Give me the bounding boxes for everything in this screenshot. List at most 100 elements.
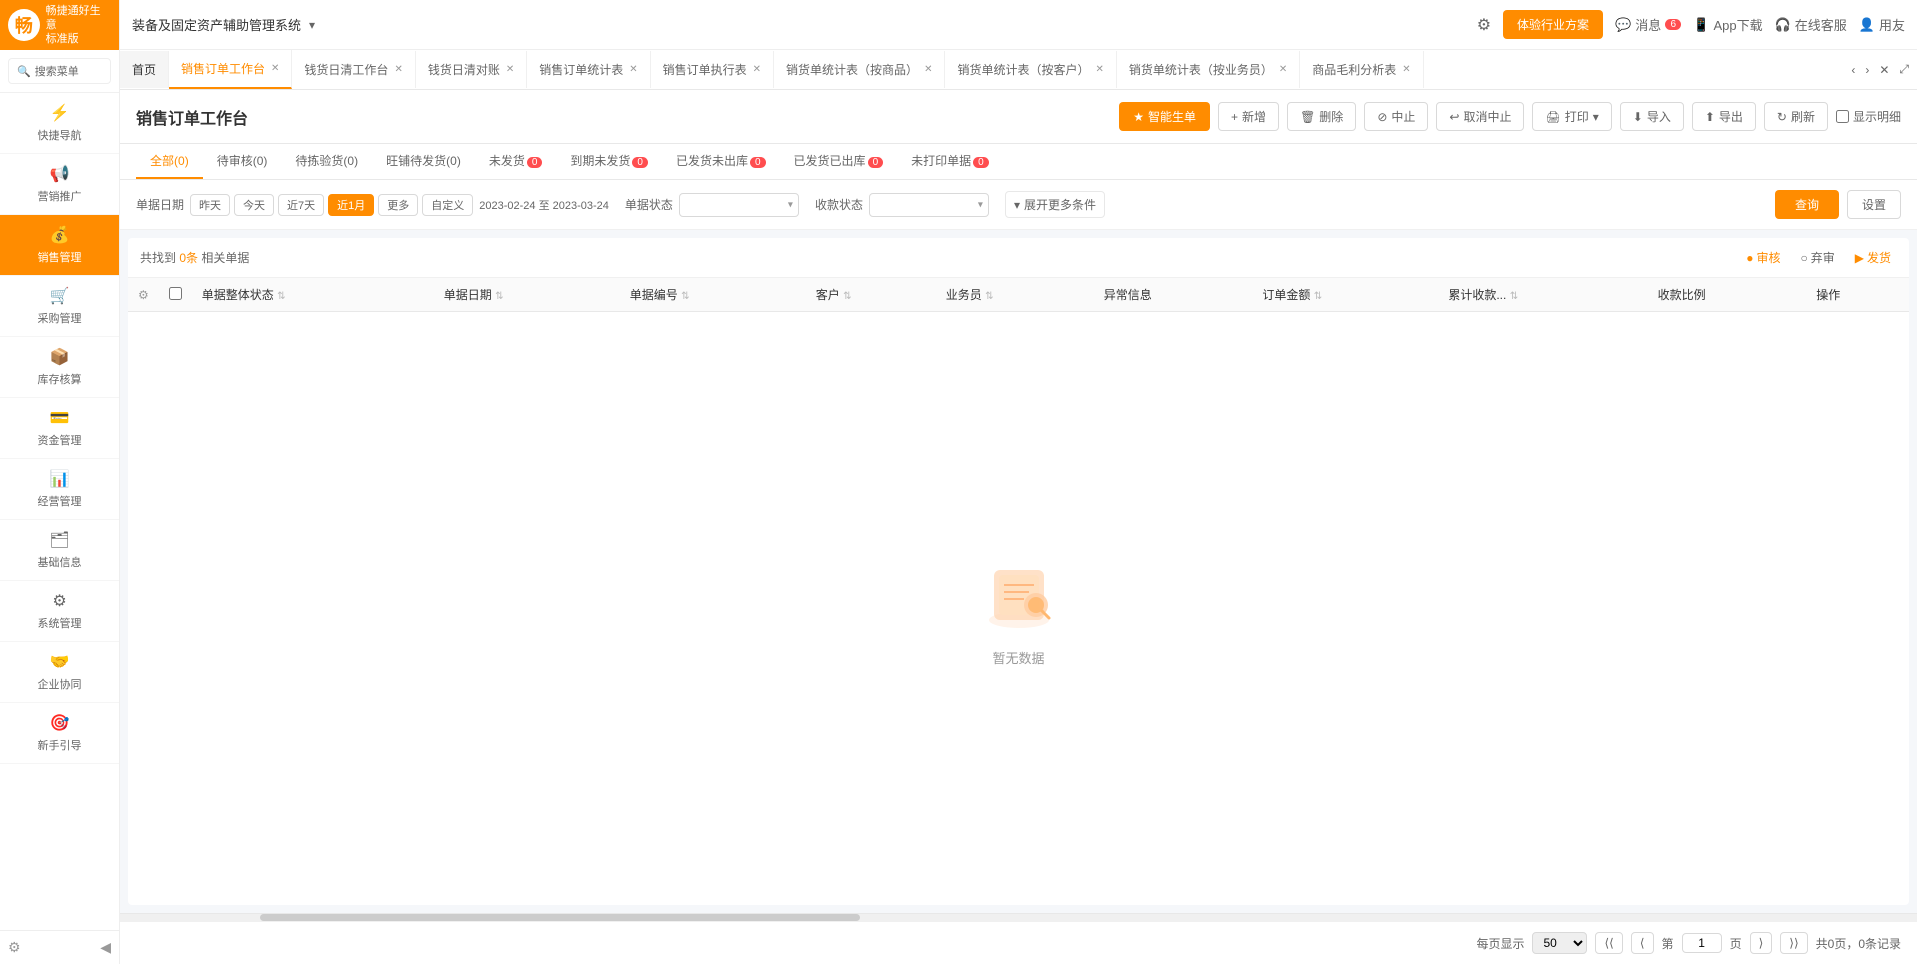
tab-home[interactable]: 首页 [120,51,169,88]
sub-tab-expired[interactable]: 到期未发货0 [556,144,662,179]
tab-cash-reconcile[interactable]: 钱货日清对账 ✕ [416,51,527,88]
expand-more-button[interactable]: ▾ 展开更多条件 [1005,191,1105,218]
sidebar-item-system[interactable]: ⚙ 系统管理 [0,581,119,642]
collapse-button[interactable]: ◀ [100,939,111,956]
tab-cash-daily[interactable]: 钱货日清工作台 ✕ [292,51,415,88]
cancel-stop-button[interactable]: ↩ 取消中止 [1436,102,1524,131]
message-button[interactable]: 💬 消息 6 [1615,15,1681,34]
sidebar-logo: 畅 畅捷通好生意 标准版 [0,0,119,50]
filter-date-yesterday[interactable]: 昨天 [190,194,230,216]
delete-button[interactable]: 🗑 删除 [1287,102,1356,131]
page-first-button[interactable]: ⟨⟨ [1595,932,1622,954]
filter-status-select[interactable] [679,193,799,217]
sidebar-item-quick-nav[interactable]: ⚡ 快捷导航 [0,93,119,154]
per-page-select[interactable]: 50 10 20 100 [1532,932,1587,954]
print-button[interactable]: 🖨 打印 ▾ [1532,102,1611,131]
industry-solution-button[interactable]: 体验行业方案 [1503,10,1603,39]
sidebar-item-sales[interactable]: 💰 销售管理 [0,215,119,276]
sub-tab-shipped-out[interactable]: 已发货已出库0 [780,144,898,179]
sort-status-icon[interactable]: ⇅ [277,291,285,302]
sort-number-icon[interactable]: ⇅ [681,291,689,302]
filter-date-1month[interactable]: 近1月 [328,194,374,216]
filter-date-custom[interactable]: 自定义 [422,194,473,216]
sort-collected-icon[interactable]: ⇅ [1510,291,1518,302]
tab-sales-stat-product[interactable]: 销货单统计表（按商品） ✕ [774,51,945,88]
tab-cash-reconcile-close[interactable]: ✕ [506,64,514,75]
column-settings[interactable]: ⚙ [128,278,159,312]
sub-tab-pending-check[interactable]: 待拣验货(0) [281,144,372,179]
refresh-button[interactable]: ↻ 刷新 [1764,102,1828,131]
topbar: 装备及固定资产辅助管理系统 ▾ ⚙ 体验行业方案 💬 消息 6 📱 App下载 … [120,0,1917,50]
sort-customer-icon[interactable]: ⇅ [843,291,851,302]
add-button[interactable]: + 新增 [1218,102,1279,131]
sidebar-item-inventory[interactable]: 📦 库存核算 [0,337,119,398]
stop-button[interactable]: ⊘ 中止 [1364,102,1428,131]
tab-cash-daily-close[interactable]: ✕ [394,64,402,75]
select-all-checkbox[interactable] [169,287,182,300]
cancel-review-button[interactable]: ○ 弃审 [1794,246,1840,269]
tab-sales-stat-close[interactable]: ✕ [629,64,637,75]
topbar-gear-icon[interactable]: ⚙ [1477,15,1491,35]
tab-sales-stat-staff[interactable]: 销货单统计表（按业务员） ✕ [1117,51,1300,88]
tab-product-margin[interactable]: 商品毛利分析表 ✕ [1300,51,1423,88]
sidebar-item-operations[interactable]: 📊 经营管理 [0,459,119,520]
column-checkbox[interactable] [159,278,192,312]
sub-tab-not-shipped[interactable]: 未发货0 [475,144,557,179]
ship-button[interactable]: ▶ 发货 [1849,246,1897,269]
show-detail-checkbox[interactable] [1836,110,1849,123]
export-button[interactable]: ⬆ 导出 [1692,102,1756,131]
app-download-button[interactable]: 📱 App下载 [1693,15,1762,34]
sub-tab-shipped-not-out[interactable]: 已发货未出库0 [662,144,780,179]
filter-payment-select[interactable] [869,193,989,217]
filter-date-today[interactable]: 今天 [234,194,274,216]
page-next-button[interactable]: ⟩ [1750,932,1773,954]
sidebar-item-purchase[interactable]: 🛒 采购管理 [0,276,119,337]
page-last-button[interactable]: ⟩⟩ [1780,932,1807,954]
page-input[interactable] [1682,933,1722,953]
filter-date-7days[interactable]: 近7天 [278,194,324,216]
sidebar-item-finance[interactable]: 💳 资金管理 [0,398,119,459]
sub-tab-all[interactable]: 全部(0) [136,144,203,179]
user-button[interactable]: 👤 用友 [1859,15,1905,34]
sub-tab-pending-check-label: 待拣验货 [295,154,343,168]
tab-nav-buttons: ‹ › ✕ ⤢ [1843,58,1917,81]
settings-bottom-button[interactable]: ⚙ [8,939,21,956]
sort-amount-icon[interactable]: ⇅ [1314,291,1322,302]
sub-tab-wangpu[interactable]: 旺铺待发货(0) [372,144,475,179]
tab-sales-order[interactable]: 销售订单工作台 ✕ [169,50,292,89]
smart-create-button[interactable]: ★ 智能生单 [1119,102,1210,131]
sidebar-item-guide[interactable]: 🎯 新手引导 [0,703,119,764]
scrollbar-thumb[interactable] [260,914,860,921]
tab-sales-stat-customer[interactable]: 销货单统计表（按客户） ✕ [945,51,1116,88]
tab-close-all-button[interactable]: ✕ [1875,59,1893,81]
online-service-button[interactable]: 🎧 在线客服 [1775,15,1847,34]
sidebar-item-basic-info[interactable]: 🗂 基础信息 [0,520,119,581]
tab-sales-exec-close[interactable]: ✕ [753,64,761,75]
sidebar-item-marketing[interactable]: 📢 营销推广 [0,154,119,215]
show-detail-label[interactable]: 显示明细 [1836,108,1901,125]
scrollbar-area[interactable] [120,913,1917,921]
sub-tab-pending-review[interactable]: 待审核(0) [203,144,282,179]
tab-prev-button[interactable]: ‹ [1847,59,1859,81]
topbar-dropdown[interactable]: ▾ [309,18,315,32]
sidebar-item-enterprise[interactable]: 🤝 企业协同 [0,642,119,703]
query-button[interactable]: 查询 [1775,190,1839,219]
tab-sales-stat[interactable]: 销售订单统计表 ✕ [527,51,650,88]
tab-sales-exec[interactable]: 销售订单执行表 ✕ [651,51,774,88]
tab-sales-stat-staff-close[interactable]: ✕ [1279,64,1287,75]
search-menu-button[interactable]: 🔍 搜索菜单 [8,58,111,84]
review-button[interactable]: ● 审核 [1740,246,1786,269]
sort-staff-icon[interactable]: ⇅ [985,291,993,302]
tab-product-margin-close[interactable]: ✕ [1402,64,1410,75]
filter-settings-button[interactable]: 设置 [1847,190,1901,219]
sort-date-icon[interactable]: ⇅ [495,291,503,302]
import-button[interactable]: ⬇ 导入 [1620,102,1684,131]
tab-sales-order-close[interactable]: ✕ [271,63,279,74]
tab-sales-stat-customer-close[interactable]: ✕ [1095,64,1103,75]
tab-next-button[interactable]: › [1861,59,1873,81]
sub-tab-not-printed[interactable]: 未打印单据0 [897,144,1003,179]
filter-date-more[interactable]: 更多 [378,194,418,216]
page-prev-button[interactable]: ⟨ [1631,932,1654,954]
tab-expand-button[interactable]: ⤢ [1895,58,1913,81]
tab-sales-stat-product-close[interactable]: ✕ [924,64,932,75]
